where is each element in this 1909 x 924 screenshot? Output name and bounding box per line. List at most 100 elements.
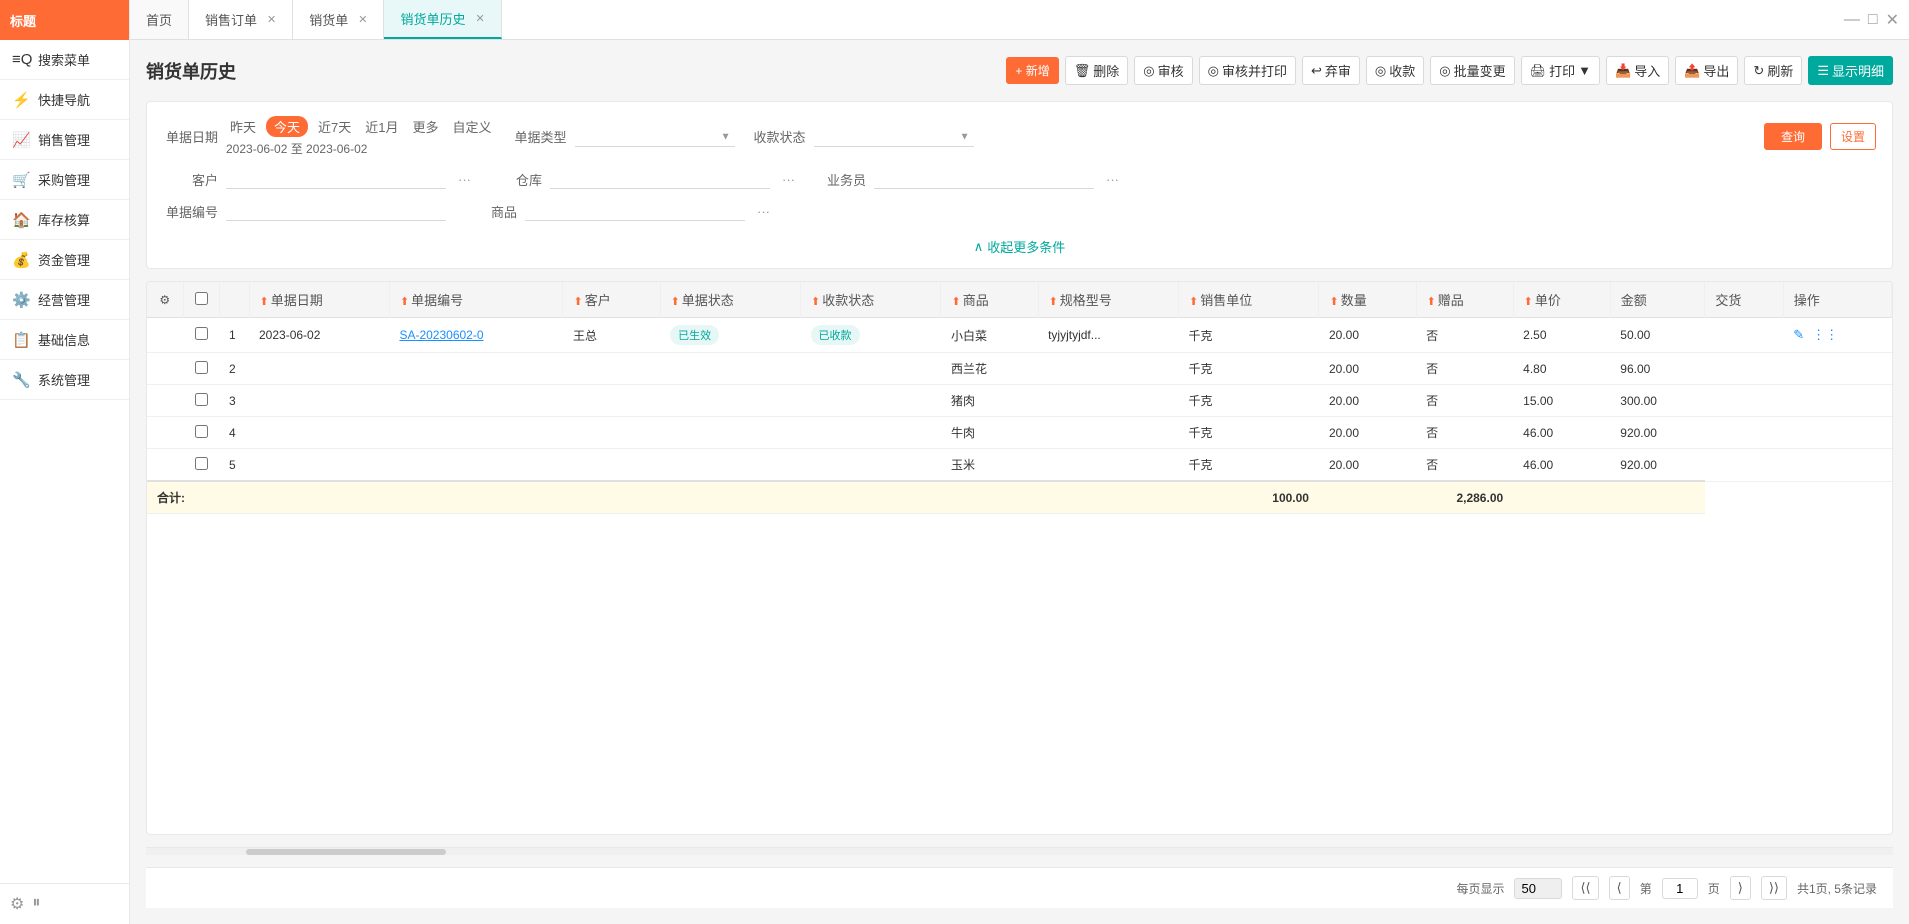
delete-button[interactable]: 🗑 删除 bbox=[1065, 56, 1129, 85]
sidebar-item-purchase-mgmt[interactable]: 🛒 采购管理 bbox=[0, 160, 129, 200]
row-checkbox[interactable] bbox=[195, 327, 208, 340]
close-window-button[interactable]: ✕ bbox=[1886, 10, 1899, 30]
filter-section: 单据日期 昨天 今天 近7天 近1月 更多 自定义 2023-06-02 至 2… bbox=[146, 101, 1893, 269]
row-checkbox[interactable] bbox=[195, 457, 208, 470]
doc-date-column-header[interactable]: ⬆单据日期 bbox=[249, 282, 389, 318]
unit-price-column-header[interactable]: ⬆单价 bbox=[1513, 282, 1610, 318]
import-button[interactable]: 📥 导入 bbox=[1606, 56, 1669, 85]
row-checkbox[interactable] bbox=[195, 393, 208, 406]
goods-dots[interactable]: ··· bbox=[757, 204, 770, 219]
customer-input[interactable] bbox=[226, 169, 446, 189]
shortcut-today[interactable]: 今天 bbox=[266, 116, 308, 137]
sidebar-item-operations-mgmt[interactable]: ⚙️ 经营管理 bbox=[0, 280, 129, 320]
tab-close-sales-goods[interactable]: ✕ bbox=[358, 13, 367, 26]
doc-number-cell[interactable] bbox=[389, 385, 563, 417]
shortcut-yesterday[interactable]: 昨天 bbox=[226, 116, 260, 137]
shortcut-custom[interactable]: 自定义 bbox=[449, 116, 496, 137]
edit-action[interactable]: ✎ bbox=[1793, 327, 1804, 343]
sidebar-item-search-menu[interactable]: ≡Q 搜索菜单 bbox=[0, 40, 129, 80]
doc-number-cell[interactable] bbox=[389, 353, 563, 385]
settings-bottom-icon[interactable]: ⚙ bbox=[10, 894, 24, 914]
checkbox-cell[interactable] bbox=[183, 385, 219, 417]
tab-sales-goods[interactable]: 销货单 ✕ bbox=[293, 0, 384, 39]
warehouse-input[interactable] bbox=[550, 169, 770, 189]
customer-column-header[interactable]: ⬆客户 bbox=[563, 282, 660, 318]
sidebar-item-inventory[interactable]: 🏠 库存核算 bbox=[0, 200, 129, 240]
amount-cell: 920.00 bbox=[1610, 449, 1705, 482]
review-button[interactable]: ◎ 审核 bbox=[1134, 56, 1192, 85]
payment-status-select[interactable] bbox=[814, 127, 974, 147]
spec-column-header[interactable]: ⬆规格型号 bbox=[1038, 282, 1178, 318]
customer-dots[interactable]: ··· bbox=[458, 172, 471, 187]
tab-close-sales-history[interactable]: ✕ bbox=[476, 12, 485, 25]
doc-number-column-header[interactable]: ⬆单据编号 bbox=[389, 282, 563, 318]
salesperson-input[interactable] bbox=[874, 169, 1094, 189]
doc-type-select[interactable] bbox=[575, 127, 735, 147]
tab-close-sales-order[interactable]: ✕ bbox=[267, 13, 276, 26]
sidebar-item-quick-nav[interactable]: ⚡ 快捷导航 bbox=[0, 80, 129, 120]
shortcut-more[interactable]: 更多 bbox=[409, 116, 443, 137]
doc-status-column-header[interactable]: ⬆单据状态 bbox=[660, 282, 800, 318]
export-button[interactable]: 📤 导出 bbox=[1675, 56, 1738, 85]
tab-sales-history[interactable]: 销货单历史 ✕ bbox=[384, 0, 501, 39]
salesperson-dots[interactable]: ··· bbox=[1106, 172, 1119, 187]
checkbox-cell[interactable] bbox=[183, 449, 219, 482]
unit-column-header[interactable]: ⬆销售单位 bbox=[1179, 282, 1319, 318]
horizontal-scrollbar[interactable] bbox=[146, 847, 1893, 855]
table-row: 2 西兰花 千克 20.00 否 4.80 96.00 bbox=[147, 353, 1892, 385]
gift-column-header[interactable]: ⬆赠品 bbox=[1416, 282, 1513, 318]
settings-filter-button[interactable]: 设置 bbox=[1830, 123, 1876, 150]
query-button[interactable]: 查询 bbox=[1764, 123, 1822, 150]
row-checkbox[interactable] bbox=[195, 361, 208, 374]
sidebar-item-sales-mgmt[interactable]: 📈 销售管理 bbox=[0, 120, 129, 160]
sidebar-item-basic-info[interactable]: 📋 基础信息 bbox=[0, 320, 129, 360]
warehouse-dots[interactable]: ··· bbox=[782, 172, 795, 187]
qty-column-header[interactable]: ⬆数量 bbox=[1319, 282, 1416, 318]
pause-icon[interactable]: ⏸ bbox=[32, 894, 40, 914]
prev-page-button[interactable]: ⟨ bbox=[1609, 876, 1630, 900]
print-dropdown-icon: ▼ bbox=[1578, 63, 1591, 78]
last-page-button[interactable]: ⟩⟩ bbox=[1761, 876, 1787, 900]
doc-number-cell[interactable] bbox=[389, 449, 563, 482]
collect-button[interactable]: ◎ 收款 bbox=[1366, 56, 1424, 85]
print-button[interactable]: 🖨 打印 ▼ bbox=[1521, 56, 1600, 85]
abandon-button[interactable]: ↩ 弃审 bbox=[1302, 56, 1360, 85]
select-all-checkbox[interactable] bbox=[195, 292, 208, 305]
more-action[interactable]: ⋮⋮ bbox=[1812, 327, 1838, 343]
minimize-button[interactable]: — bbox=[1844, 11, 1860, 29]
doc-number-cell[interactable] bbox=[389, 417, 563, 449]
checkbox-cell[interactable] bbox=[183, 318, 219, 353]
sidebar-item-finance-mgmt[interactable]: 💰 资金管理 bbox=[0, 240, 129, 280]
inventory-icon: 🏠 bbox=[12, 211, 30, 229]
payment-status-column-header[interactable]: ⬆收款状态 bbox=[801, 282, 941, 318]
scrollbar-thumb[interactable] bbox=[246, 849, 446, 855]
checkbox-cell[interactable] bbox=[183, 417, 219, 449]
display-button[interactable]: ☰ 显示明细 bbox=[1808, 56, 1893, 85]
tab-sales-order[interactable]: 销售订单 ✕ bbox=[189, 0, 293, 39]
collapse-button[interactable]: ∧ 收起更多条件 bbox=[163, 233, 1876, 260]
doc-number-cell[interactable]: SA-20230602-0 bbox=[389, 318, 563, 353]
tab-home[interactable]: 首页 bbox=[130, 0, 189, 39]
maximize-button[interactable]: □ bbox=[1868, 11, 1878, 29]
next-page-button[interactable]: ⟩ bbox=[1730, 876, 1751, 900]
checkbox-column-header[interactable] bbox=[183, 282, 219, 318]
doc-number-input[interactable] bbox=[226, 201, 446, 221]
checkbox-cell[interactable] bbox=[183, 353, 219, 385]
shortcut-1month[interactable]: 近1月 bbox=[361, 116, 402, 137]
refresh-button[interactable]: ↻ 刷新 bbox=[1744, 56, 1802, 85]
settings-column-header[interactable]: ⚙ bbox=[147, 282, 183, 318]
goods-column-header[interactable]: ⬆商品 bbox=[941, 282, 1038, 318]
gift-cell: 否 bbox=[1416, 417, 1513, 449]
per-page-select[interactable]: 50 10 20 100 bbox=[1514, 878, 1562, 899]
batch-change-button[interactable]: ◎ 批量变更 bbox=[1430, 56, 1514, 85]
first-page-button[interactable]: ⟨⟨ bbox=[1572, 876, 1598, 900]
sidebar-item-system-mgmt[interactable]: 🔧 系统管理 bbox=[0, 360, 129, 400]
goods-input[interactable] bbox=[525, 201, 745, 221]
page-number-input[interactable] bbox=[1662, 878, 1698, 899]
goods-label: 商品 bbox=[462, 202, 517, 221]
new-button[interactable]: + 新增 bbox=[1006, 57, 1058, 84]
shortcut-7days[interactable]: 近7天 bbox=[314, 116, 355, 137]
review-print-button[interactable]: ◎ 审核并打印 bbox=[1199, 56, 1296, 85]
main-table: ⚙ ⬆单据日期 ⬆单据编号 ⬆客户 ⬆单据状态 ⬆收款状态 ⬆商品 ⬆规格型号 … bbox=[147, 282, 1892, 514]
row-checkbox[interactable] bbox=[195, 425, 208, 438]
